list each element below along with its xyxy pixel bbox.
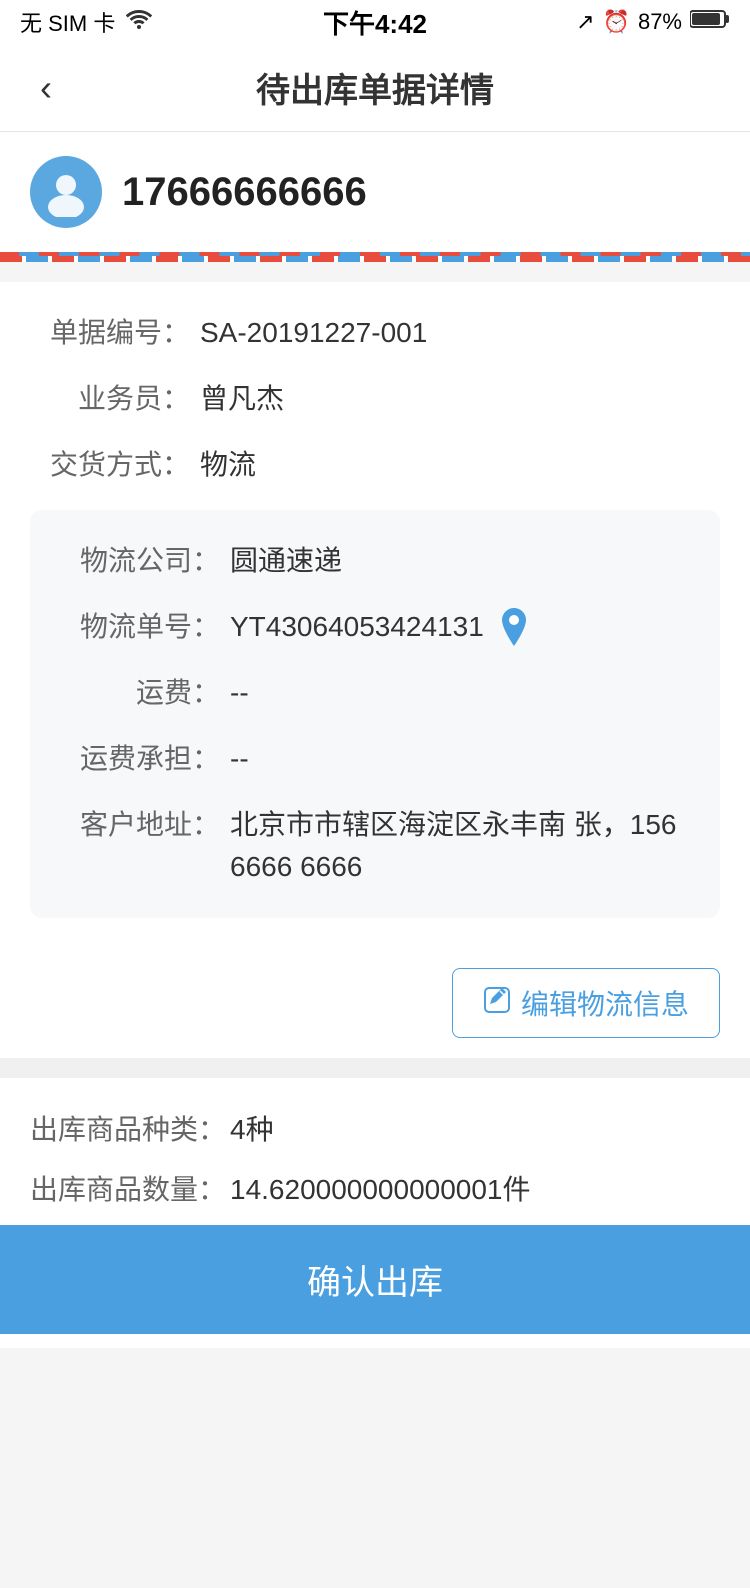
logistics-freightbear-value: --: [230, 738, 690, 780]
goods-quantity-row: 出库商品数量： 14.620000000000001件: [30, 1168, 720, 1208]
edit-btn-section: 编辑物流信息: [0, 948, 750, 1058]
status-right: ↗ ⏰ 87%: [576, 9, 730, 35]
edit-logistics-button[interactable]: 编辑物流信息: [452, 968, 720, 1038]
document-info-section: 单据编号： SA-20191227-001 业务员： 曾凡杰 交货方式： 物流 …: [0, 282, 750, 948]
goods-type-row: 出库商品种类： 4种: [30, 1108, 720, 1148]
bottom-space: [0, 1348, 750, 1588]
battery-icon: [690, 9, 730, 35]
back-button[interactable]: ‹: [30, 57, 62, 119]
confirm-btn-wrap[interactable]: 确认出库: [0, 1225, 750, 1334]
dashed-divider: [0, 256, 750, 262]
logistics-tracking-value: YT43064053424131: [230, 606, 690, 648]
edit-icon: [483, 986, 511, 1021]
wifi-icon: [125, 9, 153, 35]
section-divider: [0, 1058, 750, 1078]
logistics-freightbear-row: 运费承担： --: [60, 738, 690, 780]
status-left: 无 SIM 卡: [20, 6, 153, 38]
logistics-freight-label: 运费：: [60, 672, 220, 714]
salesman-row: 业务员： 曾凡杰: [30, 378, 720, 420]
logistics-tracking-row: 物流单号： YT43064053424131: [60, 606, 690, 648]
carrier-text: 无 SIM 卡: [20, 6, 115, 38]
location-pin-icon: [496, 609, 532, 645]
logistics-freightbear-label: 运费承担：: [60, 738, 220, 780]
goods-quantity-value: 14.620000000000001件: [230, 1168, 531, 1208]
logistics-address-row: 客户地址： 北京市市辖区海淀区永丰南 张，156 6666 6666: [60, 804, 690, 888]
salesman-label: 业务员：: [30, 378, 190, 420]
status-bar: 无 SIM 卡 下午4:42 ↗ ⏰ 87%: [0, 0, 750, 44]
delivery-row: 交货方式： 物流: [30, 444, 720, 486]
confirm-button-label: 确认出库: [307, 1264, 443, 1302]
logistics-tracking-label: 物流单号：: [60, 606, 220, 648]
logistics-freight-value: --: [230, 672, 690, 714]
location-icon: ↗: [576, 9, 594, 35]
logistics-address-value: 北京市市辖区海淀区永丰南 张，156 6666 6666: [230, 804, 690, 888]
delivery-label: 交货方式：: [30, 444, 190, 486]
logistics-freight-row: 运费： --: [60, 672, 690, 714]
goods-quantity-label: 出库商品数量：: [30, 1168, 230, 1208]
logistics-company-value: 圆通速递: [230, 540, 690, 582]
document-number-value: SA-20191227-001: [200, 312, 720, 354]
edit-logistics-label: 编辑物流信息: [521, 983, 689, 1023]
battery-text: 87%: [638, 9, 682, 35]
nav-bar: ‹ 待出库单据详情: [0, 44, 750, 132]
alarm-icon: ⏰: [603, 9, 630, 35]
document-number-row: 单据编号： SA-20191227-001: [30, 312, 720, 354]
goods-type-value: 4种: [230, 1108, 274, 1148]
logistics-address-label: 客户地址：: [60, 804, 220, 846]
salesman-value: 曾凡杰: [200, 378, 720, 420]
logistics-card: 物流公司： 圆通速递 物流单号： YT43064053424131 运费： --…: [30, 510, 720, 918]
document-number-label: 单据编号：: [30, 312, 190, 354]
logistics-company-row: 物流公司： 圆通速递: [60, 540, 690, 582]
goods-type-label: 出库商品种类：: [30, 1108, 230, 1148]
logistics-company-label: 物流公司：: [60, 540, 220, 582]
customer-header: 17666666666: [0, 132, 750, 256]
customer-phone: 17666666666: [122, 170, 367, 215]
status-time: 下午4:42: [323, 4, 427, 41]
avatar: [30, 156, 102, 228]
page-title: 待出库单据详情: [256, 63, 494, 112]
delivery-value: 物流: [200, 444, 720, 486]
